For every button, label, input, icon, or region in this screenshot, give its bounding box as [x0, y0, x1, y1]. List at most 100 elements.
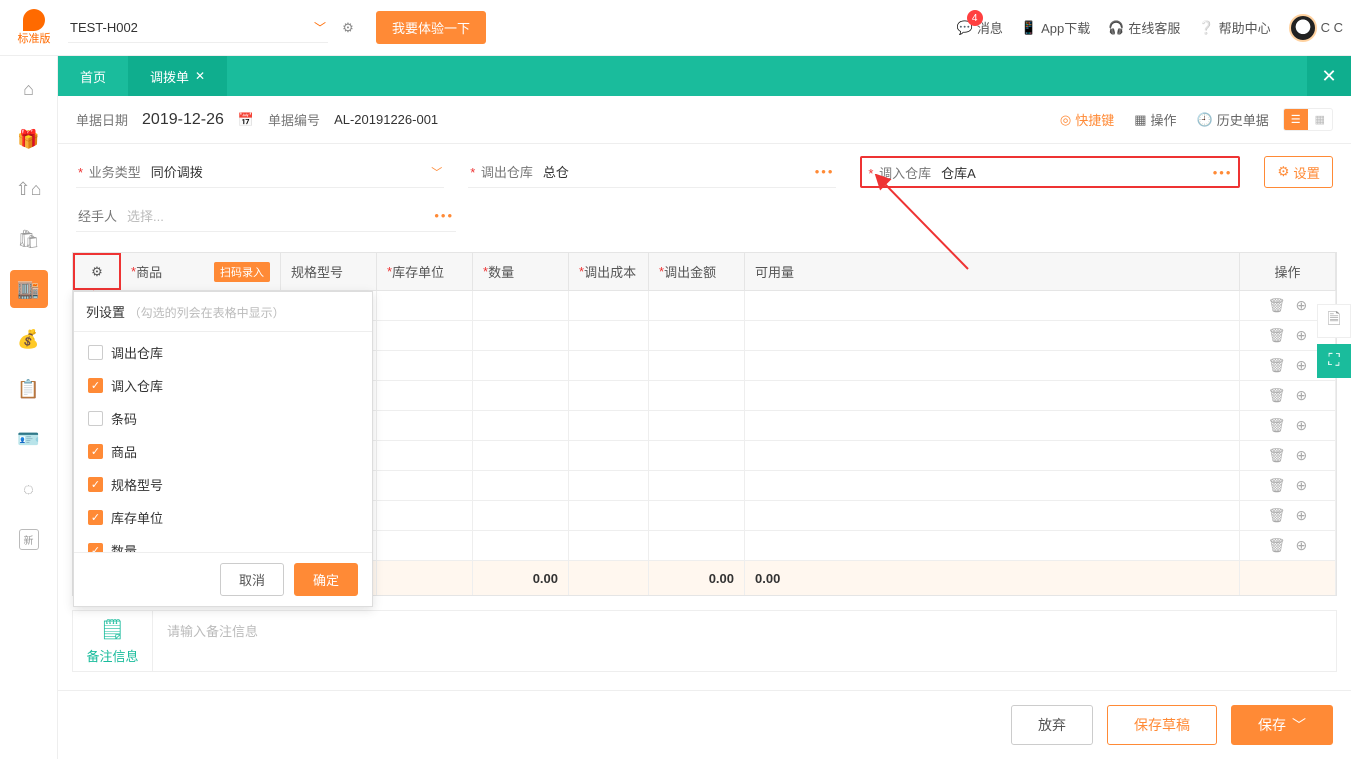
nav-new-icon[interactable]: 新 — [10, 520, 48, 558]
add-icon[interactable]: ⊕ — [1296, 357, 1308, 374]
col-setting-item[interactable]: 调出仓库 — [74, 336, 372, 369]
add-icon[interactable]: ⊕ — [1296, 537, 1308, 554]
cell-qty[interactable] — [473, 321, 569, 350]
col-setting-item[interactable]: ✓库存单位 — [74, 501, 372, 534]
history-link[interactable]: 🕘 历史单据 — [1191, 106, 1275, 133]
cell-qty[interactable] — [473, 411, 569, 440]
cell-unit[interactable] — [377, 411, 473, 440]
nav-profile-icon[interactable]: 🪪 — [10, 420, 48, 458]
add-icon[interactable]: ⊕ — [1296, 477, 1308, 494]
cancel-button[interactable]: 取消 — [220, 563, 284, 596]
remark-input[interactable]: 请输入备注信息 — [153, 611, 1336, 671]
more-icon[interactable]: ••• — [434, 208, 454, 223]
more-icon[interactable]: ••• — [1213, 165, 1233, 180]
confirm-button[interactable]: 确定 — [294, 563, 358, 596]
nav-loading-icon[interactable]: ◌ — [10, 470, 48, 508]
nav-money-icon[interactable]: 💰 — [10, 320, 48, 358]
cell-unit[interactable] — [377, 351, 473, 380]
try-button[interactable]: 我要体验一下 — [376, 11, 486, 44]
float-expand-icon[interactable]: ⛶ — [1317, 344, 1351, 378]
view-grid-icon[interactable]: ▦ — [1308, 109, 1332, 130]
add-icon[interactable]: ⊕ — [1296, 507, 1308, 524]
gear-icon[interactable]: ⚙ — [334, 20, 362, 36]
save-draft-button[interactable]: 保存草稿 — [1107, 705, 1217, 745]
checkbox-icon[interactable]: ✓ — [88, 510, 103, 525]
cell-unit[interactable] — [377, 531, 473, 560]
cell-qty[interactable] — [473, 381, 569, 410]
add-icon[interactable]: ⊕ — [1296, 387, 1308, 404]
more-icon[interactable]: ••• — [815, 164, 835, 179]
cell-cost[interactable] — [569, 471, 649, 500]
help-link[interactable]: ❔ 帮助中心 — [1198, 18, 1270, 37]
delete-icon[interactable]: 🗑 — [1268, 537, 1286, 554]
delete-icon[interactable]: 🗑 — [1268, 477, 1286, 494]
checkbox-icon[interactable]: ✓ — [88, 477, 103, 492]
col-setting-item[interactable]: ✓调入仓库 — [74, 369, 372, 402]
app-download-link[interactable]: 📱 App下载 — [1021, 18, 1090, 37]
delete-icon[interactable]: 🗑 — [1268, 387, 1286, 404]
checkbox-icon[interactable]: ✓ — [88, 444, 103, 459]
col-setting-item[interactable]: ✓规格型号 — [74, 468, 372, 501]
operations-link[interactable]: ▦ 操作 — [1128, 106, 1182, 133]
cell-unit[interactable] — [377, 291, 473, 320]
cell-cost[interactable] — [569, 351, 649, 380]
shortcut-link[interactable]: ◎ 快捷键 — [1054, 106, 1120, 133]
delete-icon[interactable]: 🗑 — [1268, 417, 1286, 434]
field-business-type[interactable]: * 业务类型 同价调拨 ﹀ — [76, 156, 444, 188]
cell-cost[interactable] — [569, 381, 649, 410]
cell-cost[interactable] — [569, 441, 649, 470]
col-setting-item[interactable]: 条码 — [74, 402, 372, 435]
nav-bag-icon[interactable]: 🛍 — [10, 220, 48, 258]
cell-qty[interactable] — [473, 471, 569, 500]
cell-cost[interactable] — [569, 291, 649, 320]
cell-amount[interactable] — [649, 501, 745, 530]
cell-cost[interactable] — [569, 531, 649, 560]
field-in-warehouse[interactable]: * 调入仓库 仓库A ••• — [860, 156, 1240, 188]
cell-unit[interactable] — [377, 441, 473, 470]
cell-qty[interactable] — [473, 351, 569, 380]
tab-home[interactable]: 首页 — [58, 56, 128, 96]
add-icon[interactable]: ⊕ — [1296, 447, 1308, 464]
cell-cost[interactable] — [569, 501, 649, 530]
tab-transfer-order[interactable]: 调拨单 ✕ — [128, 56, 227, 96]
col-setting-item[interactable]: ✓商品 — [74, 435, 372, 468]
field-out-warehouse[interactable]: * 调出仓库 总仓 ••• — [468, 156, 836, 188]
column-settings-button[interactable]: ⚙ — [73, 253, 121, 290]
cell-cost[interactable] — [569, 411, 649, 440]
cell-unit[interactable] — [377, 381, 473, 410]
nav-upload-icon[interactable]: ⇧⌂ — [10, 170, 48, 208]
nav-home-icon[interactable]: ⌂ — [10, 70, 48, 108]
nav-warehouse-icon[interactable]: 🏬 — [10, 270, 48, 308]
discard-button[interactable]: 放弃 — [1011, 705, 1093, 745]
cell-unit[interactable] — [377, 501, 473, 530]
customer-service-link[interactable]: 🎧 在线客服 — [1108, 18, 1180, 37]
delete-icon[interactable]: 🗑 — [1268, 327, 1286, 344]
date-value[interactable]: 2019-12-26 — [142, 111, 224, 129]
cell-amount[interactable] — [649, 411, 745, 440]
float-doc-icon[interactable]: 🗎 — [1317, 304, 1351, 338]
cell-qty[interactable] — [473, 291, 569, 320]
cell-amount[interactable] — [649, 381, 745, 410]
delete-icon[interactable]: 🗑 — [1268, 507, 1286, 524]
cell-amount[interactable] — [649, 351, 745, 380]
user-menu[interactable]: C C — [1289, 14, 1343, 42]
delete-icon[interactable]: 🗑 — [1268, 447, 1286, 464]
cell-amount[interactable] — [649, 531, 745, 560]
cell-cost[interactable] — [569, 321, 649, 350]
field-handler[interactable]: 经手人 选择... ••• — [76, 200, 456, 232]
cell-qty[interactable] — [473, 501, 569, 530]
settings-button[interactable]: ⚙ 设置 — [1264, 156, 1333, 188]
delete-icon[interactable]: 🗑 — [1268, 297, 1286, 314]
checkbox-icon[interactable]: ✓ — [88, 543, 103, 552]
checkbox-icon[interactable] — [88, 345, 103, 360]
add-icon[interactable]: ⊕ — [1296, 297, 1308, 314]
cell-amount[interactable] — [649, 291, 745, 320]
cell-amount[interactable] — [649, 471, 745, 500]
nav-clipboard-icon[interactable]: 📋 — [10, 370, 48, 408]
scan-input-badge[interactable]: 扫码录入 — [214, 262, 270, 282]
tabs-close-button[interactable]: ✕ — [1307, 56, 1351, 96]
cell-amount[interactable] — [649, 441, 745, 470]
calendar-icon[interactable]: 📅 — [238, 112, 254, 128]
messages-link[interactable]: 💬 消息 4 — [957, 18, 1003, 37]
save-button[interactable]: 保存 ﹀ — [1231, 705, 1333, 745]
